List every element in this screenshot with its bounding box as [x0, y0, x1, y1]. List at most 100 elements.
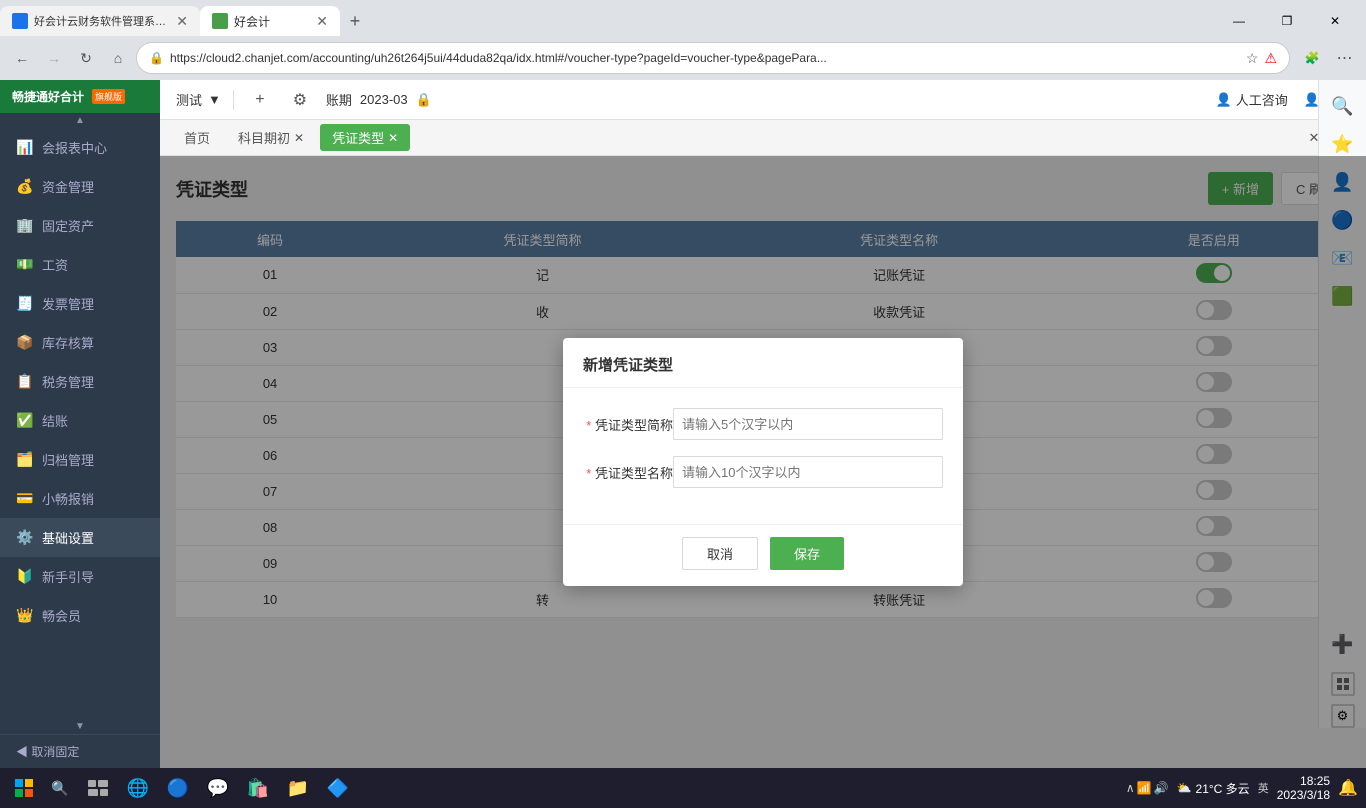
nav-home[interactable]: ⌂ [104, 44, 132, 72]
bookmark-icon[interactable]: ☆ [1246, 50, 1259, 67]
input-lang: 英 [1258, 780, 1269, 796]
workspace-selector[interactable]: 测试 ▼ [176, 90, 221, 109]
guide-icon: 🔰 [16, 568, 34, 586]
period-value: 2023-03 [360, 92, 408, 107]
taskbar-store[interactable]: 🛍️ [240, 770, 276, 806]
sidebar-footer[interactable]: ◀ 取消固定 [0, 734, 160, 768]
required-mark: * [586, 418, 591, 433]
funds-icon: 💰 [16, 178, 34, 196]
tab-subject[interactable]: 科目期初 ✕ [226, 124, 316, 151]
inventory-icon: 📦 [16, 334, 34, 352]
sidebar-item-member[interactable]: 👑 畅会员 [0, 596, 160, 635]
url-bar[interactable]: https://cloud2.chanjet.com/accounting/uh… [170, 51, 1240, 65]
window-close[interactable]: ✕ [1312, 6, 1358, 36]
taskbar-tray: ∧ 📶 🔊 [1126, 781, 1169, 795]
save-button[interactable]: 保存 [770, 537, 844, 570]
invoice-icon: 🧾 [16, 295, 34, 313]
nav-back[interactable]: ← [8, 44, 36, 72]
window-minimize[interactable]: — [1216, 6, 1262, 36]
taskbar-task-view[interactable] [80, 770, 116, 806]
tray-network: 📶 [1137, 781, 1152, 795]
consult-label: 人工咨询 [1236, 90, 1288, 109]
settings-btn[interactable]: ⚙ [286, 86, 314, 114]
sidebar-logo: 畅捷通好合计 旗舰版 [0, 80, 160, 113]
tab-subject-close[interactable]: ✕ [294, 131, 304, 145]
tab-voucher-type-close[interactable]: ✕ [388, 131, 398, 145]
window-maximize[interactable]: ❐ [1264, 6, 1310, 36]
add-workspace-btn[interactable]: + [246, 86, 274, 114]
rp-search-icon[interactable]: 🔍 [1325, 88, 1361, 124]
period-lock-icon[interactable]: 🔒 [416, 92, 432, 108]
taskbar-files[interactable]: 📁 [280, 770, 316, 806]
tab-voucher-type[interactable]: 凭证类型 ✕ [320, 124, 410, 151]
weather-icon: ⛅ [1177, 781, 1192, 795]
sidebar-item-tax[interactable]: 📋 税务管理 [0, 362, 160, 401]
dashboard-icon: 📊 [16, 139, 34, 157]
sidebar-item-label: 基础设置 [42, 528, 94, 547]
tray-arrow[interactable]: ∧ [1126, 781, 1135, 795]
archive-icon: 🗂️ [16, 451, 34, 469]
taskbar-edge2[interactable]: 🔷 [320, 770, 356, 806]
security-icon: 🔒 [149, 51, 164, 65]
short-label: * 凭证类型简称 [583, 415, 673, 434]
sidebar-item-settings[interactable]: ⚙️ 基础设置 [0, 518, 160, 557]
taskbar-weather: ⛅ 21°C 多云 [1177, 780, 1250, 797]
clock-date: 2023/3/18 [1277, 788, 1330, 802]
sidebar-item-label: 归档管理 [42, 450, 94, 469]
lang-label: 英 [1258, 780, 1269, 796]
fixed-assets-icon: 🏢 [16, 217, 34, 235]
taskbar-chrome[interactable]: 🔵 [160, 770, 196, 806]
tab-favicon-1 [12, 13, 28, 29]
sidebar-item-invoice[interactable]: 🧾 发票管理 [0, 284, 160, 323]
browser-menu[interactable]: ⋯ [1330, 44, 1358, 72]
tab-close-1[interactable]: ✕ [176, 13, 188, 30]
browser-tab-1[interactable]: 好会计云财务软件管理系统_会计 ✕ [0, 6, 200, 36]
sidebar-item-fixed-assets[interactable]: 🏢 固定资产 [0, 206, 160, 245]
sidebar-item-inventory[interactable]: 📦 库存核算 [0, 323, 160, 362]
taskbar-clock[interactable]: 18:25 2023/3/18 [1277, 774, 1330, 802]
workspace-label: 测试 [176, 90, 202, 109]
settlement-icon: ✅ [16, 412, 34, 430]
taskbar-edge[interactable]: 🌐 [120, 770, 156, 806]
sidebar-item-label: 畅会员 [42, 606, 81, 625]
form-row-name: * 凭证类型名称 [583, 456, 943, 488]
taskbar-search[interactable]: 🔍 [44, 772, 76, 804]
extensions-icon[interactable]: 🧩 [1298, 44, 1326, 72]
name-label: * 凭证类型名称 [583, 463, 673, 482]
tab-home[interactable]: 首页 [172, 124, 222, 151]
consult-btn[interactable]: 👤 人工咨询 [1216, 90, 1288, 109]
browser-tab-2[interactable]: 好会计 ✕ [200, 6, 340, 36]
new-tab-button[interactable]: + [340, 6, 370, 36]
content-area: 凭证类型 + 新增 C 刷新 编码 凭证类型简称 凭证类型名称 是否启用 [160, 156, 1366, 768]
taskbar-wechat[interactable]: 💬 [200, 770, 236, 806]
cancel-button[interactable]: 取消 [682, 537, 758, 570]
start-button[interactable] [8, 772, 40, 804]
name-input[interactable] [673, 456, 943, 488]
sidebar-item-archive[interactable]: 🗂️ 归档管理 [0, 440, 160, 479]
workspace-dropdown-icon[interactable]: ▼ [208, 92, 221, 107]
tab-favicon-2 [212, 13, 228, 29]
modal-body: * 凭证类型简称 * 凭证类型名称 [563, 388, 963, 524]
sidebar-item-salary[interactable]: 💵 工资 [0, 245, 160, 284]
sidebar-item-expense[interactable]: 💳 小畅报销 [0, 479, 160, 518]
nav-forward[interactable]: → [40, 44, 68, 72]
sidebar-item-guide[interactable]: 🔰 新手引导 [0, 557, 160, 596]
scroll-down-arrow[interactable]: ▼ [0, 719, 160, 734]
short-input[interactable] [673, 408, 943, 440]
nav-reload[interactable]: ↻ [72, 44, 100, 72]
tab-label-1: 好会计云财务软件管理系统_会计 [34, 13, 170, 29]
tab-close-2[interactable]: ✕ [316, 13, 328, 30]
sidebar-item-label: 工资 [42, 255, 68, 274]
scroll-up-arrow[interactable]: ▲ [0, 113, 160, 128]
sidebar-item-dashboard[interactable]: 📊 会报表中心 [0, 128, 160, 167]
page-tabs: 首页 科目期初 ✕ 凭证类型 ✕ ✕ ⤢ [160, 120, 1366, 156]
expense-icon: 💳 [16, 490, 34, 508]
sidebar-item-settlement[interactable]: ✅ 结账 [0, 401, 160, 440]
tax-icon: 📋 [16, 373, 34, 391]
alert-icon: ⚠ [1264, 50, 1277, 67]
period-label: 账期 [326, 90, 352, 109]
modal-title: 新增凭证类型 [563, 338, 963, 388]
sidebar-item-funds[interactable]: 💰 资金管理 [0, 167, 160, 206]
notification-icon[interactable]: 🔔 [1338, 778, 1358, 798]
sidebar-item-label: 会报表中心 [42, 138, 107, 157]
